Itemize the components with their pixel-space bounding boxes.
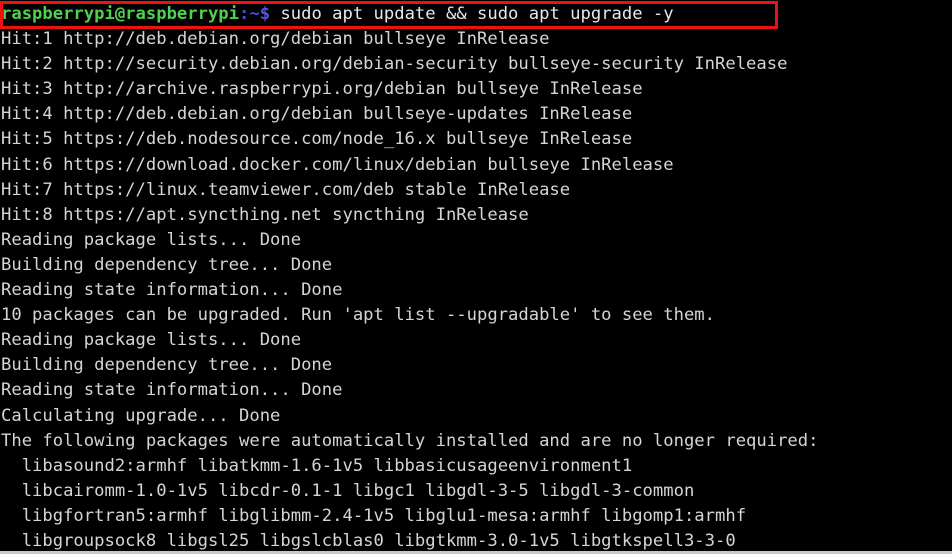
output-line: Calculating upgrade... Done: [1, 405, 281, 426]
output-line: libasound2:armhf libatkmm-1.6-1v5 libbas…: [1, 455, 633, 476]
output-line: Building dependency tree... Done: [1, 355, 333, 376]
output-line: Hit:7 https://linux.teamviewer.com/deb s…: [1, 179, 571, 200]
output-line: Reading state information... Done: [1, 380, 343, 401]
terminal-output-area: raspberrypi@raspberrypi:~$ sudo apt upda…: [1, 2, 952, 551]
output-line: Building dependency tree... Done: [1, 254, 333, 275]
output-line: Hit:8 https://apt.syncthing.net syncthin…: [1, 204, 529, 225]
prompt-path: :~: [239, 4, 260, 24]
output-line: Reading state information... Done: [1, 280, 343, 301]
output-line: Hit:1 http://deb.debian.org/debian bulls…: [1, 29, 550, 50]
output-line: libgfortran5:armhf libglibmm-2.4-1v5 lib…: [1, 505, 747, 526]
output-line: Hit:4 http://deb.debian.org/debian bulls…: [1, 104, 633, 125]
terminal-window[interactable]: raspberrypi@raspberrypi:~$ sudo apt upda…: [0, 0, 952, 554]
output-line: 10 packages can be upgraded. Run 'apt li…: [1, 305, 715, 326]
prompt-command-text: sudo apt update && sudo apt upgrade -y: [270, 4, 674, 24]
output-line: The following packages were automaticall…: [1, 430, 819, 451]
output-line: Hit:6 https://download.docker.com/linux/…: [1, 154, 674, 175]
output-line: Hit:5 https://deb.nodesource.com/node_16…: [1, 129, 633, 150]
output-line: Hit:3 http://archive.raspberrypi.org/deb…: [1, 79, 643, 100]
output-line: libgroupsock8 libgsl25 libgslcblas0 libg…: [1, 530, 736, 551]
output-line: libcairomm-1.0-1v5 libcdr-0.1-1 libgc1 l…: [1, 480, 695, 501]
output-line: Reading package lists... Done: [1, 330, 302, 351]
prompt-user-host: raspberrypi@raspberrypi: [1, 4, 239, 24]
shell-prompt-line: raspberrypi@raspberrypi:~$ sudo apt upda…: [1, 2, 952, 27]
prompt-symbol: $: [259, 4, 271, 24]
output-line: Hit:2 http://security.debian.org/debian-…: [1, 54, 788, 75]
output-line: Reading package lists... Done: [1, 229, 302, 250]
